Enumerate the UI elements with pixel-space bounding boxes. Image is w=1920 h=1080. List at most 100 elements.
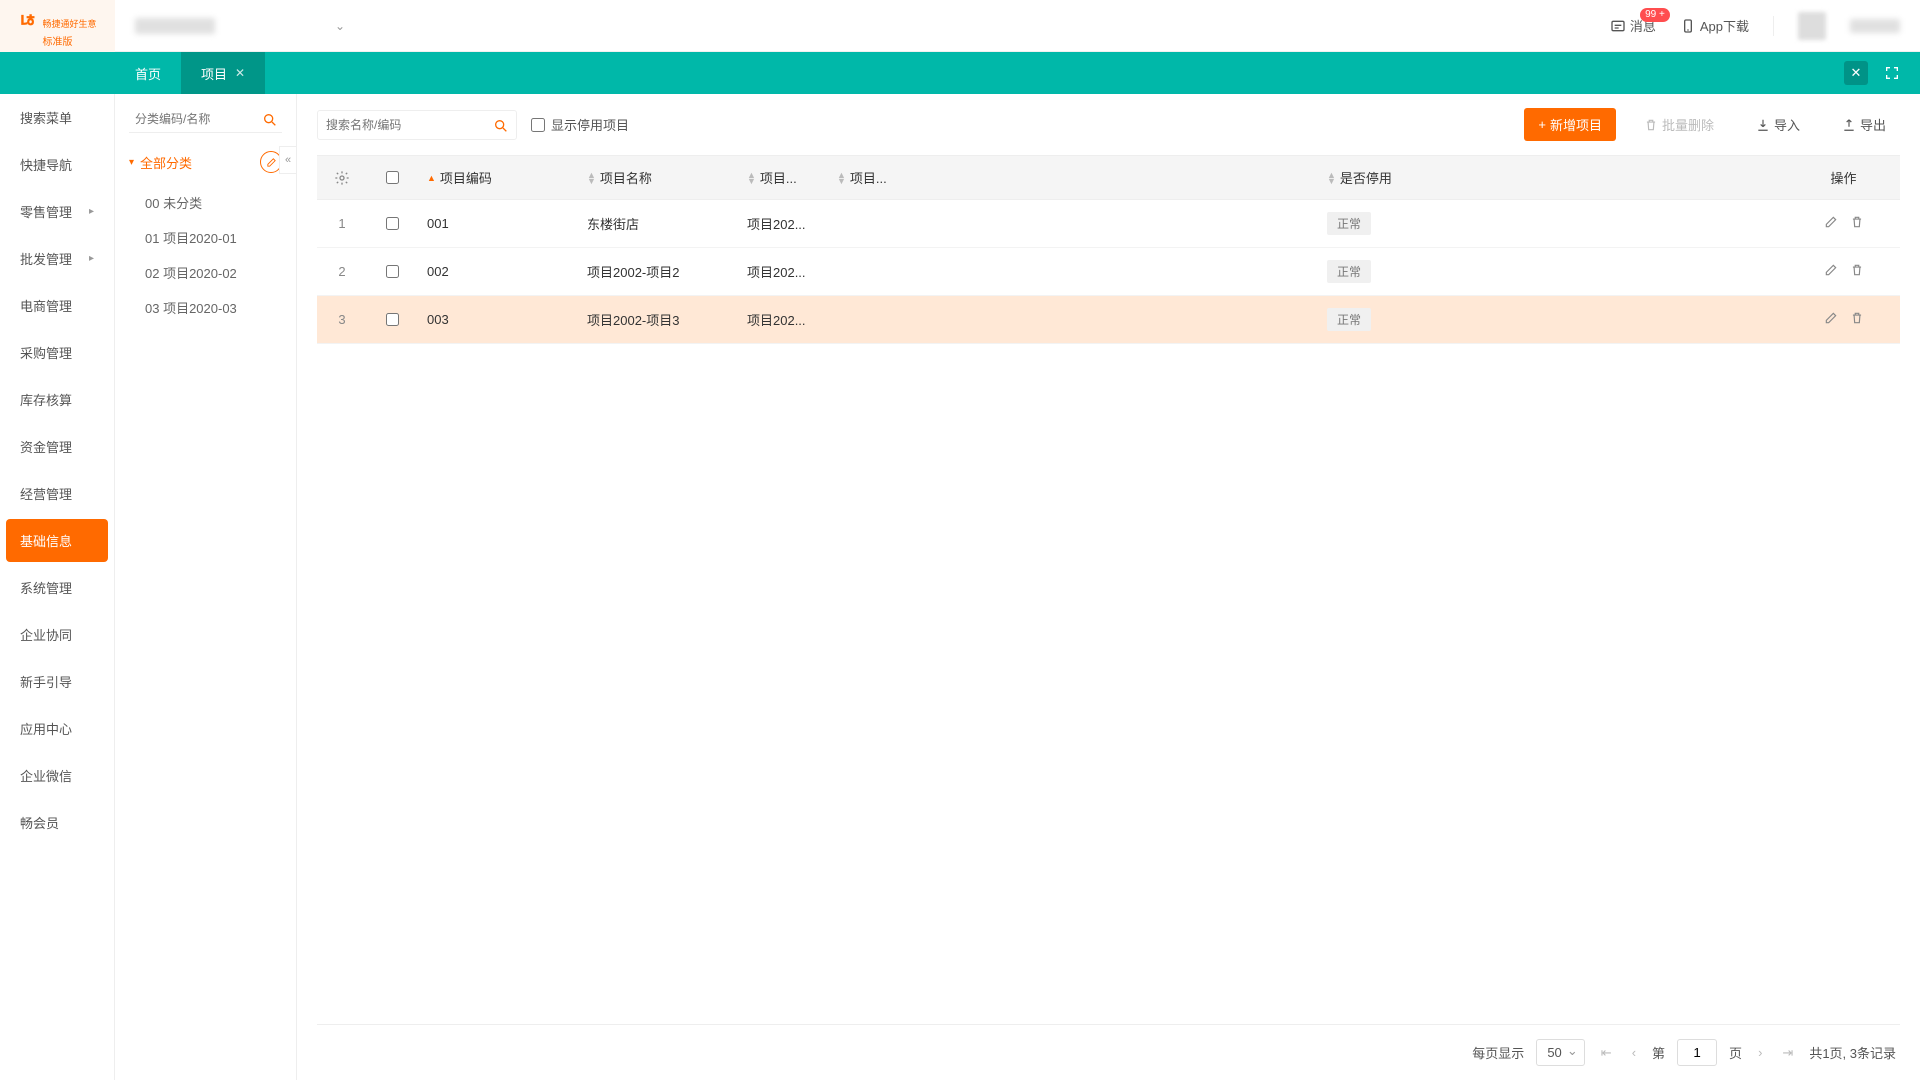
add-project-button[interactable]: + 新增项目: [1524, 108, 1616, 141]
nav-system[interactable]: 系统管理: [0, 564, 114, 611]
content-area: 显示停用项目 + 新增项目 批量删除 导入 导出: [297, 94, 1920, 1080]
mobile-icon: [1680, 18, 1696, 34]
nav-corp[interactable]: 企业协同: [0, 611, 114, 658]
row-index: 3: [338, 312, 345, 327]
batch-delete-button[interactable]: 批量删除: [1630, 108, 1728, 141]
tab-home[interactable]: 首页: [115, 52, 181, 94]
edit-icon[interactable]: [1824, 215, 1838, 232]
export-label: 导出: [1860, 115, 1886, 134]
nav-inventory[interactable]: 库存核算: [0, 376, 114, 423]
checkbox[interactable]: [386, 171, 399, 184]
status-badge: 正常: [1327, 260, 1371, 283]
username-blurred: [1850, 19, 1900, 33]
tab-home-label: 首页: [135, 64, 161, 83]
nav-ecom[interactable]: 电商管理: [0, 282, 114, 329]
tab-close-all-button[interactable]: ✕: [1844, 61, 1868, 85]
page-next-button[interactable]: ›: [1754, 1045, 1766, 1060]
sort-icon: ▲▼: [1327, 172, 1336, 184]
nav-wecom[interactable]: 企业微信: [0, 752, 114, 799]
import-button[interactable]: 导入: [1742, 108, 1814, 141]
search-icon[interactable]: [493, 118, 509, 137]
cell-code: 003: [417, 296, 577, 343]
toolbar: 显示停用项目 + 新增项目 批量删除 导入 导出: [317, 94, 1900, 155]
row-checkbox[interactable]: [386, 217, 399, 230]
nav-quick[interactable]: 快捷导航: [0, 141, 114, 188]
nav-operate[interactable]: 经营管理: [0, 470, 114, 517]
top-header: ㄶ 畅捷通好生意 标准版 ⌄ 消息 99 + App下载: [0, 0, 1920, 52]
delete-icon[interactable]: [1850, 215, 1864, 232]
app-download-label: App下载: [1700, 16, 1749, 35]
search-input[interactable]: [317, 110, 517, 140]
app-download-button[interactable]: App下载: [1680, 16, 1749, 35]
page-first-button[interactable]: ⇤: [1597, 1045, 1616, 1061]
table-row[interactable]: 2 002 项目2002-项目2 项目202... 正常: [317, 248, 1900, 296]
sort-icon: ▲▼: [587, 172, 596, 184]
search-icon[interactable]: [262, 112, 278, 131]
messages-badge: 99 +: [1640, 8, 1670, 22]
delete-icon[interactable]: [1850, 311, 1864, 328]
nav-purchase[interactable]: 采购管理: [0, 329, 114, 376]
category-list: 00 未分类 01 项目2020-01 02 项目2020-02 03 项目20…: [115, 181, 296, 329]
delete-icon[interactable]: [1850, 263, 1864, 280]
close-icon[interactable]: ✕: [235, 66, 245, 80]
row-checkbox[interactable]: [386, 265, 399, 278]
page-prefix: 第: [1652, 1043, 1665, 1062]
col-4[interactable]: ▲▼项目...: [827, 156, 1317, 199]
row-index: 2: [338, 264, 345, 279]
category-search-input[interactable]: [129, 106, 282, 133]
avatar[interactable]: [1798, 12, 1826, 40]
category-item[interactable]: 02 项目2020-02: [115, 255, 296, 290]
sort-icon: ▲▼: [837, 172, 846, 184]
col-checkbox-all[interactable]: [367, 156, 417, 199]
page-input[interactable]: [1677, 1039, 1717, 1066]
col-name[interactable]: ▲▼项目名称: [577, 156, 737, 199]
table-header: ▲项目编码 ▲▼项目名称 ▲▼项目... ▲▼项目... ▲▼是否停用 操作: [317, 156, 1900, 200]
org-selector[interactable]: ⌄: [135, 18, 345, 34]
edit-icon[interactable]: [1824, 263, 1838, 280]
caret-icon: ▸: [89, 206, 94, 217]
nav-appcenter[interactable]: 应用中心: [0, 705, 114, 752]
fullscreen-button[interactable]: [1880, 61, 1904, 85]
page-last-button[interactable]: ⇥: [1778, 1045, 1797, 1061]
table-row[interactable]: 1 001 东楼街店 项目202... 正常: [317, 200, 1900, 248]
status-badge: 正常: [1327, 212, 1371, 235]
cell-c3: 项目202...: [737, 296, 827, 343]
category-item[interactable]: 00 未分类: [115, 185, 296, 220]
page-summary: 共1页, 3条记录: [1809, 1043, 1896, 1062]
nav-search-menu[interactable]: 搜索菜单: [0, 94, 114, 141]
col-settings[interactable]: [317, 156, 367, 199]
checkbox[interactable]: [531, 118, 545, 132]
tab-project-label: 项目: [201, 64, 227, 83]
page-size-select[interactable]: 50: [1536, 1039, 1584, 1066]
nav-fund[interactable]: 资金管理: [0, 423, 114, 470]
messages-button[interactable]: 消息 99 +: [1610, 16, 1656, 35]
category-item[interactable]: 01 项目2020-01: [115, 220, 296, 255]
tab-project[interactable]: 项目 ✕: [181, 52, 265, 94]
category-item[interactable]: 03 项目2020-03: [115, 290, 296, 325]
cell-c4: [827, 200, 1317, 247]
export-button[interactable]: 导出: [1828, 108, 1900, 141]
page-prev-button[interactable]: ‹: [1628, 1045, 1640, 1060]
nav-guide[interactable]: 新手引导: [0, 658, 114, 705]
row-checkbox[interactable]: [386, 313, 399, 326]
fullscreen-icon: [1884, 65, 1900, 81]
nav-retail[interactable]: 零售管理▸: [0, 188, 114, 235]
category-all-label: 全部分类: [140, 153, 192, 172]
edit-icon[interactable]: [1824, 311, 1838, 328]
collapse-panel-button[interactable]: «: [279, 146, 297, 174]
cell-c4: [827, 296, 1317, 343]
nav-wholesale[interactable]: 批发管理▸: [0, 235, 114, 282]
table-row[interactable]: 3 003 项目2002-项目3 项目202... 正常: [317, 296, 1900, 344]
col-3[interactable]: ▲▼项目...: [737, 156, 827, 199]
plus-icon: +: [1538, 117, 1546, 132]
col-status[interactable]: ▲▼是否停用: [1317, 156, 1787, 199]
show-disabled-label: 显示停用项目: [551, 115, 629, 134]
nav-member[interactable]: 畅会员: [0, 799, 114, 846]
col-code[interactable]: ▲项目编码: [417, 156, 577, 199]
show-disabled-checkbox[interactable]: 显示停用项目: [531, 115, 629, 134]
logo-version: 标准版: [43, 33, 73, 48]
project-table: ▲项目编码 ▲▼项目名称 ▲▼项目... ▲▼项目... ▲▼是否停用 操作 1…: [317, 155, 1900, 1024]
brand-logo: ㄶ 畅捷通好生意 标准版: [0, 0, 115, 52]
category-all[interactable]: ▾ 全部分类: [115, 143, 296, 181]
nav-base-info[interactable]: 基础信息: [6, 519, 108, 562]
